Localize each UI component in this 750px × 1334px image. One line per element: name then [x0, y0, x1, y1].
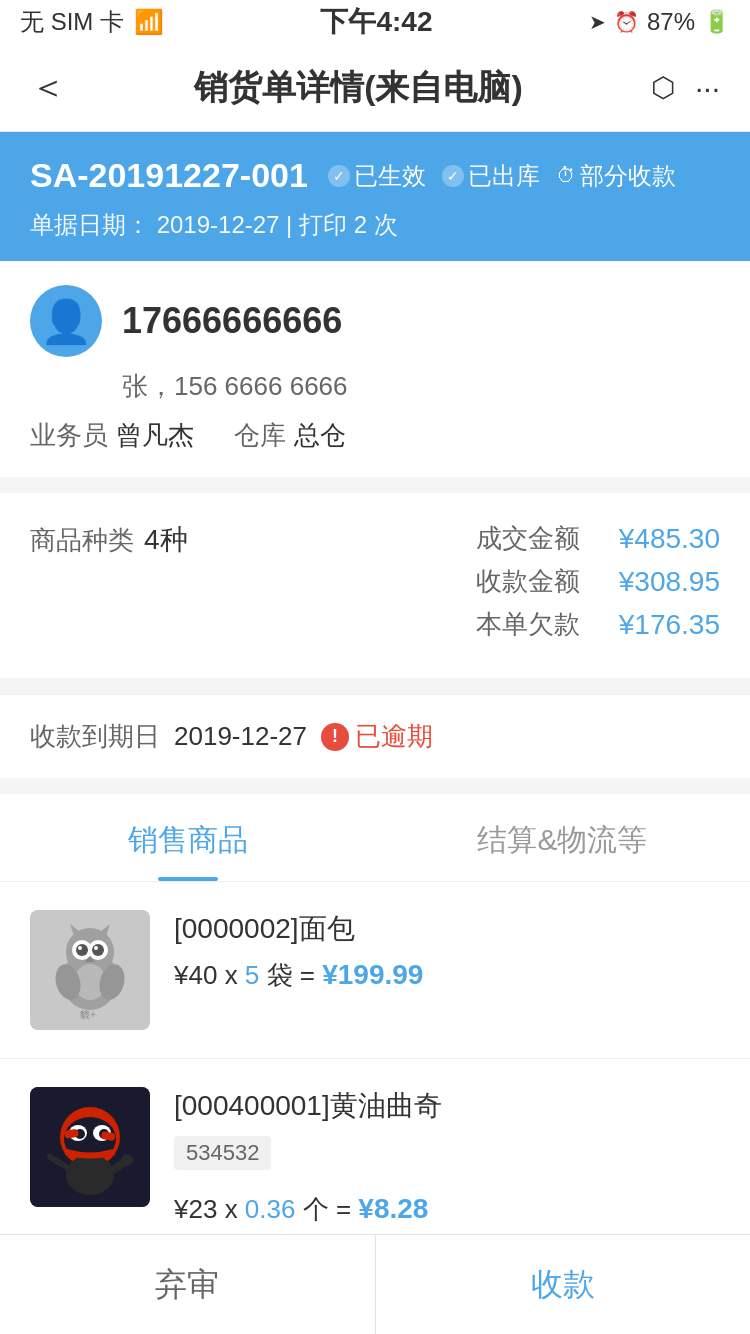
badge-effective: ✓ 已生效	[328, 160, 426, 192]
product-name-2: [000400001]黄油曲奇	[174, 1087, 720, 1125]
due-date-value: 2019-12-27	[174, 721, 307, 752]
tab-settlement[interactable]: 结算&物流等	[375, 794, 750, 881]
svg-point-6	[92, 944, 104, 956]
nav-left: ＜	[30, 63, 66, 112]
product-qty-2: 0.36	[245, 1194, 296, 1224]
back-button[interactable]: ＜	[30, 63, 66, 112]
svg-point-8	[94, 946, 98, 950]
check-icon-1: ✓	[328, 165, 350, 187]
customer-card: 👤 17666666666 张，156 6666 6666 业务员 曾凡杰 仓库…	[0, 261, 750, 477]
location-icon: ➤	[589, 10, 606, 34]
overdue-badge: ! 已逾期	[321, 719, 433, 754]
summary-card: 商品种类 4种 成交金额 ¥485.30 收款金额 ¥308.95 本单欠款 ¥…	[0, 493, 750, 678]
nav-right: ⬡ ···	[651, 71, 720, 105]
alarm-icon: ⏰	[614, 10, 639, 34]
badge-partial: ⏱ 部分收款	[556, 160, 676, 192]
product-thumbnail-1: 貔+	[30, 910, 150, 1030]
svg-point-5	[76, 944, 88, 956]
header-card: SA-20191227-001 ✓ 已生效 ✓ 已出库 ⏱ 部分收款 单据日期：…	[0, 132, 750, 261]
battery-icon: 🔋	[703, 9, 730, 35]
overdue-text: 已逾期	[355, 719, 433, 754]
svg-point-27	[121, 1154, 133, 1166]
summary-row: 商品种类 4种 成交金额 ¥485.30 收款金额 ¥308.95 本单欠款 ¥…	[30, 521, 720, 650]
nav-title: 销货单详情(来自电脑)	[194, 65, 523, 111]
confirm-button[interactable]: 收款	[376, 1235, 751, 1334]
clock-icon: ⏱	[556, 164, 576, 187]
product-info-1: [0000002]面包 ¥40 x 5 袋 = ¥199.99	[174, 910, 720, 993]
summary-right: 成交金额 ¥485.30 收款金额 ¥308.95 本单欠款 ¥176.35	[476, 521, 720, 650]
due-date-card: 收款到期日 2019-12-27 ! 已逾期	[0, 694, 750, 778]
order-id: SA-20191227-001	[30, 156, 308, 195]
customer-top: 👤 17666666666	[30, 285, 720, 357]
amount-label: 成交金额	[476, 521, 580, 556]
received-value: ¥308.95	[600, 566, 720, 598]
product-total-1: ¥199.99	[322, 959, 423, 990]
tab-sales-products[interactable]: 销售商品	[0, 794, 375, 881]
cancel-button[interactable]: 弃审	[0, 1235, 376, 1334]
status-bar: 无 SIM 卡 📶 下午4:42 ➤ ⏰ 87% 🔋	[0, 0, 750, 44]
cookie-svg	[30, 1087, 150, 1207]
salesperson-value: 曾凡杰	[116, 418, 194, 453]
product-price-1: ¥40 x 5 袋 = ¥199.99	[174, 958, 720, 993]
status-right: ➤ ⏰ 87% 🔋	[589, 8, 730, 36]
owed-value: ¥176.35	[600, 609, 720, 641]
badge-shipped: ✓ 已出库	[442, 160, 540, 192]
avatar: 👤	[30, 285, 102, 357]
customer-phone: 17666666666	[122, 300, 342, 342]
svg-point-7	[78, 946, 82, 950]
owed-label: 本单欠款	[476, 607, 580, 642]
product-price-2: ¥23 x 0.36 个 = ¥8.28	[174, 1192, 720, 1227]
customer-name: 张，156 6666 6666	[122, 369, 720, 404]
product-qty-1: 5	[245, 960, 259, 990]
product-item-2: [000400001]黄油曲奇 534532 ¥23 x 0.36 个 = ¥8…	[0, 1059, 750, 1256]
battery-text: 87%	[647, 8, 695, 36]
warehouse-item: 仓库 总仓	[234, 418, 346, 453]
nav-bar: ＜ 销货单详情(来自电脑) ⬡ ···	[0, 44, 750, 132]
header-card-top: SA-20191227-001 ✓ 已生效 ✓ 已出库 ⏱ 部分收款	[30, 156, 720, 195]
status-left: 无 SIM 卡 📶	[20, 6, 164, 38]
due-label: 收款到期日	[30, 719, 160, 754]
product-thumbnail-2	[30, 1087, 150, 1207]
header-sub: 单据日期： 2019-12-27 | 打印 2 次	[30, 209, 720, 241]
product-info-2: [000400001]黄油曲奇 534532 ¥23 x 0.36 个 = ¥8…	[174, 1087, 720, 1227]
customer-meta: 业务员 曾凡杰 仓库 总仓	[30, 418, 720, 453]
avatar-icon: 👤	[40, 297, 92, 346]
check-icon-2: ✓	[442, 165, 464, 187]
amount-value: ¥485.30	[600, 523, 720, 555]
summary-left: 商品种类 4种	[30, 521, 188, 559]
bottom-bar: 弃审 收款	[0, 1234, 750, 1334]
time-display: 下午4:42	[320, 3, 432, 41]
share-icon[interactable]: ⬡	[651, 71, 675, 104]
product-type: 商品种类 4种	[30, 521, 188, 559]
wifi-icon: 📶	[134, 8, 164, 36]
received-label: 收款金额	[476, 564, 580, 599]
warehouse-value: 总仓	[294, 418, 346, 453]
carrier-text: 无 SIM 卡	[20, 6, 124, 38]
product-list: 貔+ [0000002]面包 ¥40 x 5 袋 = ¥199.99	[0, 882, 750, 1256]
owed-line: 本单欠款 ¥176.35	[476, 607, 720, 642]
svg-text:貔+: 貔+	[80, 1009, 96, 1020]
received-line: 收款金额 ¥308.95	[476, 564, 720, 599]
product-item: 貔+ [0000002]面包 ¥40 x 5 袋 = ¥199.99	[0, 882, 750, 1059]
more-icon[interactable]: ···	[695, 71, 720, 105]
overdue-icon: !	[321, 723, 349, 751]
product-name-1: [0000002]面包	[174, 910, 720, 948]
warehouse-label: 仓库	[234, 418, 286, 453]
tabs-container: 销售商品 结算&物流等	[0, 794, 750, 882]
amount-line: 成交金额 ¥485.30	[476, 521, 720, 556]
product-total-2: ¥8.28	[358, 1193, 428, 1224]
owl-svg: 貔+	[30, 910, 150, 1030]
product-tag-2: 534532	[174, 1136, 271, 1170]
salesperson-item: 业务员 曾凡杰	[30, 418, 194, 453]
salesperson-label: 业务员	[30, 418, 108, 453]
tabs: 销售商品 结算&物流等	[0, 794, 750, 882]
badges: ✓ 已生效 ✓ 已出库 ⏱ 部分收款	[328, 160, 676, 192]
